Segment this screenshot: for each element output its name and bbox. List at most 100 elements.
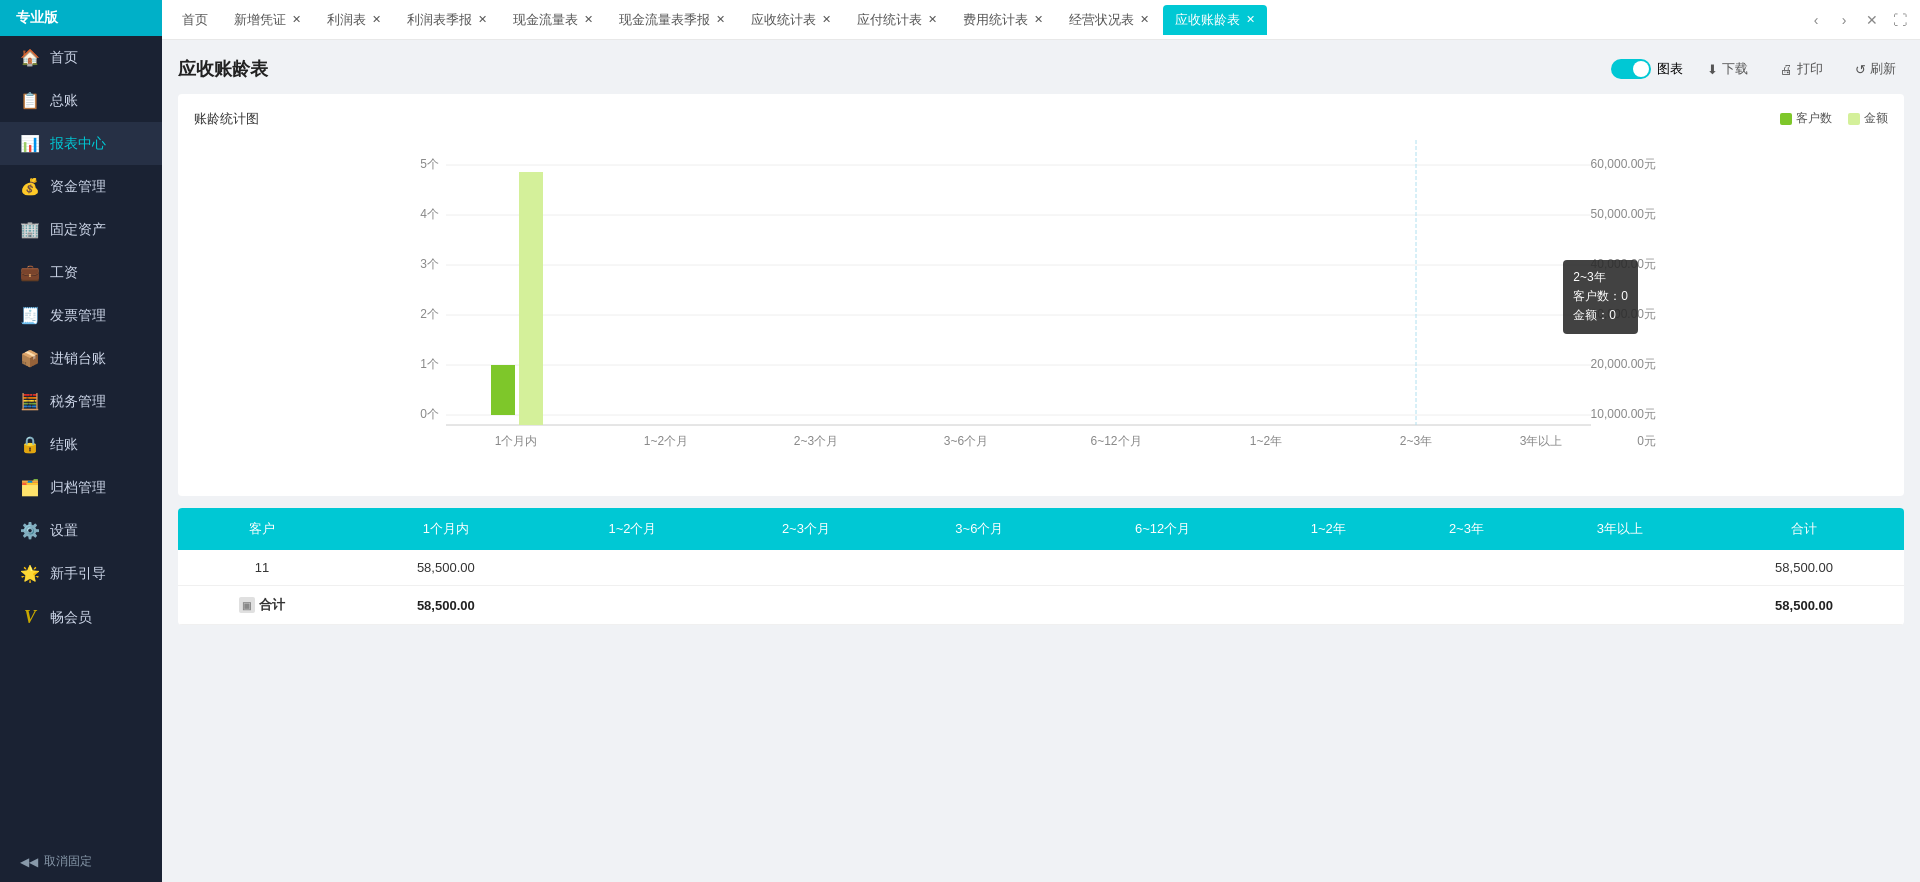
tab-receivable-stat[interactable]: 应收统计表 ✕ [739,5,843,35]
sidebar-label-inventory: 进销台账 [50,350,106,368]
cell-y12-0 [1259,550,1397,586]
tab-operation-close[interactable]: ✕ [1140,13,1149,26]
tab-aging-close[interactable]: ✕ [1246,13,1255,26]
cell-customer-0: 11 [178,550,346,586]
sidebar-item-settings[interactable]: ⚙️ 设置 [0,509,162,552]
cell-y3plus-0 [1536,550,1704,586]
svg-text:10,000.00元: 10,000.00元 [1591,407,1656,421]
sidebar-label-reports: 报表中心 [50,135,106,153]
th-m612: 6~12个月 [1066,508,1259,550]
tab-receivable-stat-close[interactable]: ✕ [822,13,831,26]
sidebar-item-home[interactable]: 🏠 首页 [0,36,162,79]
tab-cashflow[interactable]: 现金流量表 ✕ [501,5,605,35]
tab-profit-close[interactable]: ✕ [372,13,381,26]
main-area: 首页 新增凭证 ✕ 利润表 ✕ 利润表季报 ✕ 现金流量表 ✕ 现金流量表季报 … [162,0,1920,882]
toggle-label: 图表 [1657,60,1683,78]
sidebar-item-vip[interactable]: V 畅会员 [0,595,162,640]
tab-cashflow-label: 现金流量表 [513,11,578,29]
cell-m1-0: 58,500.00 [346,550,546,586]
refresh-label: 刷新 [1870,60,1896,78]
sidebar-item-guide[interactable]: 🌟 新手引导 [0,552,162,595]
svg-text:40,000.00元: 40,000.00元 [1591,257,1656,271]
total-icon: ▣ [239,597,255,613]
sidebar-item-salary[interactable]: 💼 工资 [0,251,162,294]
download-button[interactable]: ⬇ 下载 [1699,56,1756,82]
unpin-button[interactable]: ◀◀ 取消固定 [0,841,162,882]
tab-cashflow-quarter-label: 现金流量表季报 [619,11,710,29]
chart-area: 5个 4个 3个 2个 1个 0个 60,000.00元 50,000.00元 … [194,140,1888,480]
tab-profit-label: 利润表 [327,11,366,29]
tab-profit-quarter-label: 利润表季报 [407,11,472,29]
tab-expense-stat-close[interactable]: ✕ [1034,13,1043,26]
tab-receivable-stat-label: 应收统计表 [751,11,816,29]
th-customer: 客户 [178,508,346,550]
sidebar-item-close[interactable]: 🔒 结账 [0,423,162,466]
refresh-button[interactable]: ↺ 刷新 [1847,56,1904,82]
sidebar-item-archive[interactable]: 🗂️ 归档管理 [0,466,162,509]
tab-payable-stat[interactable]: 应付统计表 ✕ [845,5,949,35]
sidebar-label-guide: 新手引导 [50,565,106,583]
refresh-icon: ↺ [1855,62,1866,77]
chart-toggle[interactable] [1611,59,1651,79]
cell-m612-0 [1066,550,1259,586]
sidebar-item-assets[interactable]: 🏢 固定资产 [0,208,162,251]
cell-y23-0 [1397,550,1535,586]
sidebar-item-ledger[interactable]: 📋 总账 [0,79,162,122]
unpin-label: 取消固定 [44,853,92,870]
table-total-row: ▣ 合计 58,500.00 58,500.00 [178,586,1904,625]
tax-icon: 🧮 [20,392,40,411]
sidebar-item-funds[interactable]: 💰 资金管理 [0,165,162,208]
tab-prev-button[interactable]: ‹ [1804,8,1828,32]
sidebar: 专业版 🏠 首页 📋 总账 📊 报表中心 💰 资金管理 🏢 固定资产 💼 工资 … [0,0,162,882]
ledger-icon: 📋 [20,91,40,110]
tab-profit-quarter[interactable]: 利润表季报 ✕ [395,5,499,35]
total-total: 58,500.00 [1704,586,1904,625]
tab-fullscreen-button[interactable]: ⛶ [1888,8,1912,32]
bar-amount-0 [519,172,543,425]
page-actions: 图表 ⬇ 下载 🖨 打印 ↺ 刷新 [1611,56,1904,82]
svg-text:1个月内: 1个月内 [495,434,538,448]
tab-operation-label: 经营状况表 [1069,11,1134,29]
svg-text:60,000.00元: 60,000.00元 [1591,157,1656,171]
tab-bar: 首页 新增凭证 ✕ 利润表 ✕ 利润表季报 ✕ 现金流量表 ✕ 现金流量表季报 … [162,0,1920,40]
tab-payable-stat-label: 应付统计表 [857,11,922,29]
tab-cashflow-close[interactable]: ✕ [584,13,593,26]
salary-icon: 💼 [20,263,40,282]
total-text: 合计 [259,596,285,614]
th-y23: 2~3年 [1397,508,1535,550]
tab-cashflow-quarter[interactable]: 现金流量表季报 ✕ [607,5,737,35]
sidebar-item-inventory[interactable]: 📦 进销台账 [0,337,162,380]
page-header: 应收账龄表 图表 ⬇ 下载 🖨 打印 ↺ 刷新 [178,56,1904,82]
cell-m23-0 [719,550,892,586]
tab-next-button[interactable]: › [1832,8,1856,32]
page-content: 应收账龄表 图表 ⬇ 下载 🖨 打印 ↺ 刷新 [162,40,1920,882]
cell-m36-0 [893,550,1066,586]
total-label: ▣ 合计 [186,596,338,614]
table-header-row: 客户 1个月内 1~2个月 2~3个月 3~6个月 6~12个月 1~2年 2~… [178,508,1904,550]
guide-icon: 🌟 [20,564,40,583]
sidebar-item-reports[interactable]: 📊 报表中心 [0,122,162,165]
tab-expense-stat[interactable]: 费用统计表 ✕ [951,5,1055,35]
tab-cashflow-quarter-close[interactable]: ✕ [716,13,725,26]
tab-aging[interactable]: 应收账龄表 ✕ [1163,5,1267,35]
tab-close-all-button[interactable]: ✕ [1860,8,1884,32]
invoices-icon: 🧾 [20,306,40,325]
th-m36: 3~6个月 [893,508,1066,550]
sidebar-label-settings: 设置 [50,522,78,540]
legend-amount-dot [1848,113,1860,125]
tab-operation[interactable]: 经营状况表 ✕ [1057,5,1161,35]
tab-profit-quarter-close[interactable]: ✕ [478,13,487,26]
sidebar-item-tax[interactable]: 🧮 税务管理 [0,380,162,423]
download-icon: ⬇ [1707,62,1718,77]
tab-home[interactable]: 首页 [170,5,220,35]
tab-voucher-close[interactable]: ✕ [292,13,301,26]
tab-profit[interactable]: 利润表 ✕ [315,5,393,35]
sidebar-label-archive: 归档管理 [50,479,106,497]
sidebar-label-assets: 固定资产 [50,221,106,239]
svg-text:3年以上: 3年以上 [1520,434,1563,448]
print-button[interactable]: 🖨 打印 [1772,56,1831,82]
sidebar-item-invoices[interactable]: 🧾 发票管理 [0,294,162,337]
tab-voucher[interactable]: 新增凭证 ✕ [222,5,313,35]
svg-text:1~2个月: 1~2个月 [644,434,688,448]
tab-payable-stat-close[interactable]: ✕ [928,13,937,26]
